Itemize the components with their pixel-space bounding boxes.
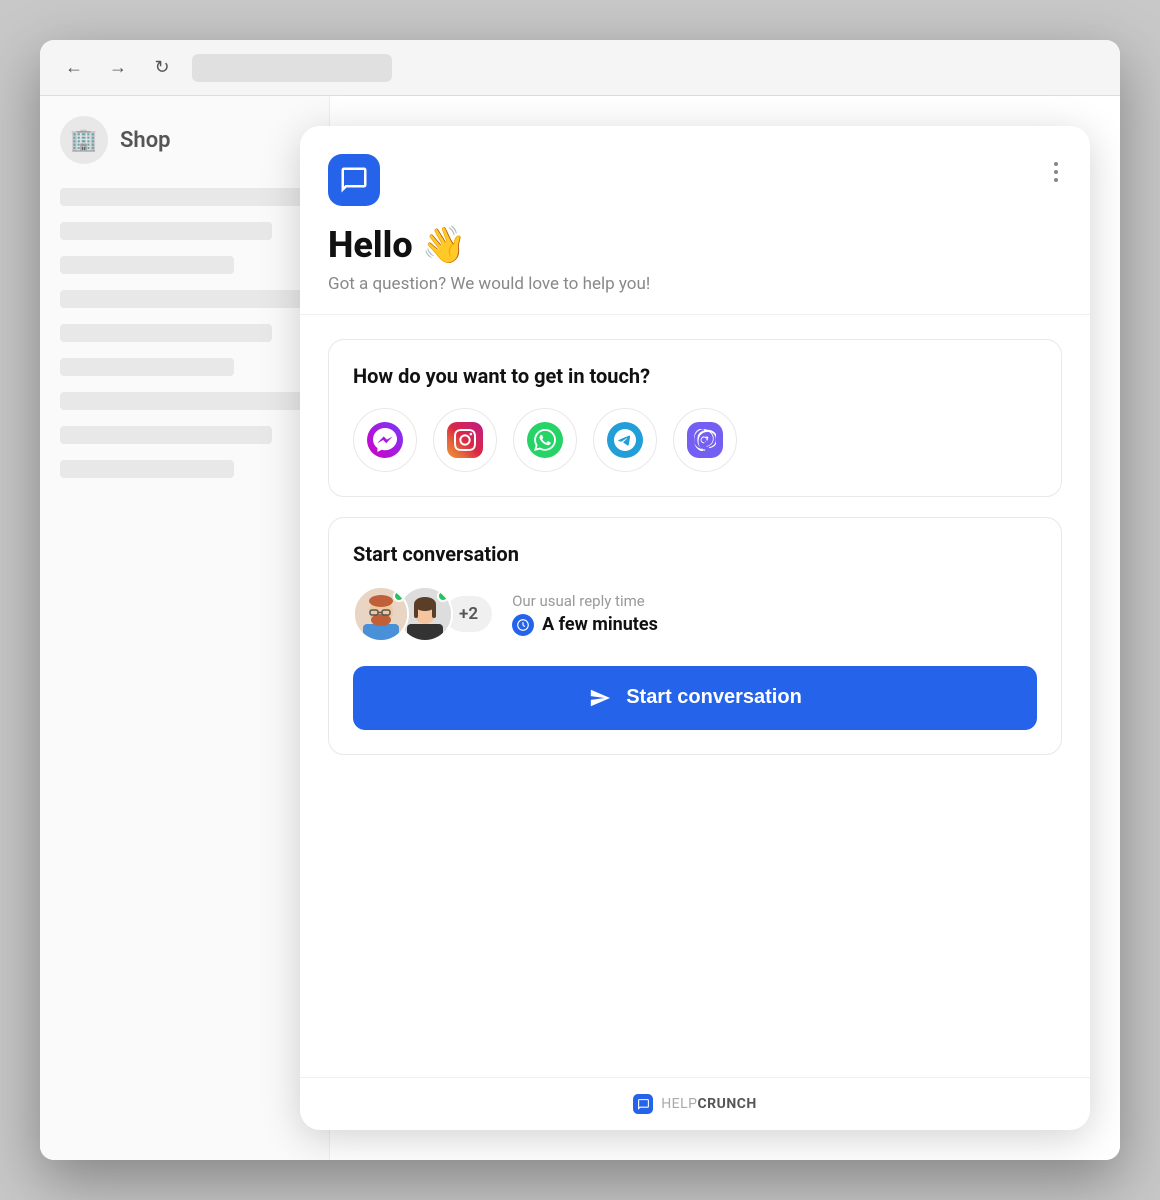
footer-prefix: HELP	[661, 1096, 697, 1112]
page-sidebar: 🏢 Shop	[40, 96, 330, 1160]
online-dot-2	[437, 590, 449, 602]
widget-footer: HELPCRUNCH	[300, 1077, 1090, 1130]
clock-icon	[512, 614, 534, 636]
sidebar-skeleton-2	[60, 222, 272, 240]
clock-svg	[516, 618, 530, 632]
sidebar-skeleton-4	[60, 290, 309, 308]
viber-channel-button[interactable]	[673, 408, 737, 472]
address-bar[interactable]	[192, 54, 392, 82]
whatsapp-svg	[534, 429, 556, 451]
reply-time: A few minutes	[512, 614, 658, 636]
widget-subtext: Got a question? We would love to help yo…	[328, 274, 650, 294]
telegram-channel-button[interactable]	[593, 408, 657, 472]
sidebar-skeleton-9	[60, 460, 234, 478]
logo-text: Shop	[120, 128, 171, 153]
refresh-button[interactable]: ↻	[148, 54, 176, 82]
footer-suffix: CRUNCH	[698, 1096, 757, 1112]
footer-logo	[633, 1094, 653, 1114]
sidebar-skeleton-8	[60, 426, 272, 444]
start-conversation-label: Start conversation	[626, 686, 802, 709]
sidebar-skeleton-3	[60, 256, 234, 274]
telegram-icon	[607, 422, 643, 458]
sidebar-skeleton-5	[60, 324, 272, 342]
widget-body: How do you want to get in touch?	[300, 315, 1090, 1077]
chat-logo-icon	[339, 165, 369, 195]
messenger-channel-button[interactable]	[353, 408, 417, 472]
send-icon	[588, 686, 612, 710]
menu-dot-3	[1054, 178, 1058, 182]
instagram-channel-button[interactable]	[433, 408, 497, 472]
reply-label: Our usual reply time	[512, 592, 658, 610]
reply-time-text: A few minutes	[542, 614, 658, 635]
menu-dot-2	[1054, 170, 1058, 174]
browser-window: ← → ↻ 🏢 Shop	[40, 40, 1120, 1160]
whatsapp-channel-button[interactable]	[513, 408, 577, 472]
reply-info: Our usual reply time A few minutes	[512, 592, 658, 636]
browser-content: 🏢 Shop	[40, 96, 1120, 1160]
viber-svg	[694, 429, 716, 451]
sidebar-skeleton-6	[60, 358, 234, 376]
widget-menu-button[interactable]	[1050, 158, 1062, 186]
widget-greeting: Hello 👋	[328, 226, 650, 266]
sidebar-logo: 🏢 Shop	[60, 116, 309, 164]
viber-icon	[687, 422, 723, 458]
back-button[interactable]: ←	[60, 54, 88, 82]
footer-brand: HELPCRUNCH	[661, 1096, 757, 1112]
chat-widget: Hello 👋 Got a question? We would love to…	[300, 126, 1090, 1130]
footer-logo-svg	[637, 1098, 650, 1111]
send-svg	[589, 687, 611, 709]
agents-avatars: +2	[353, 586, 492, 642]
instagram-icon	[447, 422, 483, 458]
online-dot-1	[393, 590, 405, 602]
touch-section: How do you want to get in touch?	[328, 339, 1062, 497]
start-conversation-button[interactable]: Start conversation	[353, 666, 1037, 730]
widget-header: Hello 👋 Got a question? We would love to…	[300, 126, 1090, 315]
touch-title: How do you want to get in touch?	[353, 364, 1037, 388]
browser-toolbar: ← → ↻	[40, 40, 1120, 96]
instagram-svg	[454, 429, 476, 451]
whatsapp-icon	[527, 422, 563, 458]
touch-icons-row	[353, 408, 1037, 472]
sidebar-skeleton-7	[60, 392, 309, 410]
agent-avatar-1	[353, 586, 409, 642]
menu-dot-1	[1054, 162, 1058, 166]
conversation-title: Start conversation	[353, 542, 1037, 566]
forward-button[interactable]: →	[104, 54, 132, 82]
logo-icon: 🏢	[60, 116, 108, 164]
widget-header-left: Hello 👋 Got a question? We would love to…	[328, 154, 650, 294]
telegram-svg	[614, 429, 636, 451]
widget-logo	[328, 154, 380, 206]
agents-row: +2 Our usual reply time	[353, 586, 1037, 642]
conversation-section: Start conversation	[328, 517, 1062, 755]
messenger-icon	[367, 422, 403, 458]
sidebar-skeleton-1	[60, 188, 309, 206]
